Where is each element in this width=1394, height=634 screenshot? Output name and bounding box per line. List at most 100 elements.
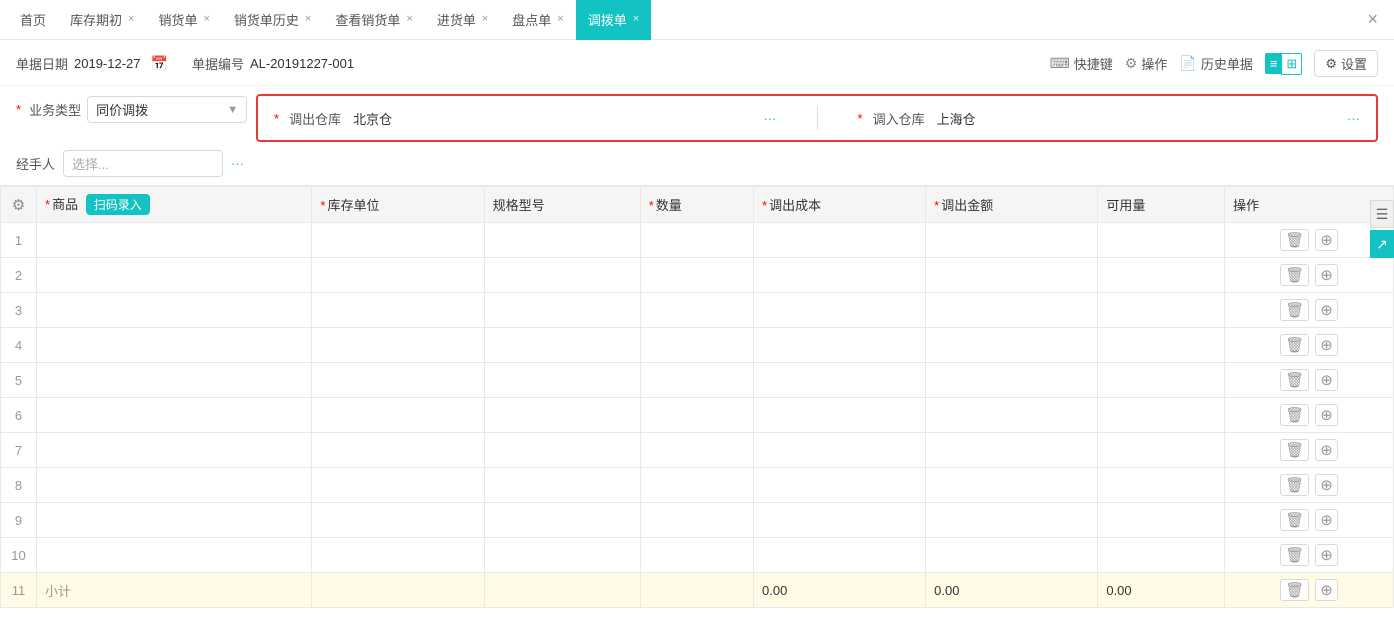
scan-entry-button[interactable]: 扫码录入 (86, 194, 150, 215)
person-more-button[interactable]: ··· (231, 156, 244, 171)
history-doc-button[interactable]: 📄 历史单据 (1179, 54, 1252, 73)
tab-sales-order[interactable]: 销货单 × (146, 0, 221, 40)
row-cost-1[interactable] (754, 223, 926, 258)
transfer-in-more-button[interactable]: ··· (1347, 111, 1360, 126)
row-spec-6[interactable] (484, 398, 640, 433)
add-row-icon[interactable]: ⊕ (1315, 334, 1338, 356)
tab-view-sales[interactable]: 查看销货单 × (323, 0, 424, 40)
business-type-input[interactable]: 同价调拨 ▼ (87, 96, 247, 123)
row-available-6[interactable] (1098, 398, 1225, 433)
row-amount-6[interactable] (926, 398, 1098, 433)
row-cost-7[interactable] (754, 433, 926, 468)
row-amount-4[interactable] (926, 328, 1098, 363)
row-unit-8[interactable] (312, 468, 484, 503)
row-cost-8[interactable] (754, 468, 926, 503)
row-amount-3[interactable] (926, 293, 1098, 328)
tab-inventory-init-close[interactable]: × (128, 14, 134, 25)
row-product-6[interactable] (37, 398, 312, 433)
settings-button[interactable]: ⚙ 设置 (1314, 50, 1378, 77)
row-amount-8[interactable] (926, 468, 1098, 503)
add-row-icon[interactable]: ⊕ (1315, 439, 1338, 461)
row-spec-5[interactable] (484, 363, 640, 398)
row-product-5[interactable] (37, 363, 312, 398)
add-row-icon[interactable]: ⊕ (1315, 474, 1338, 496)
row-available-7[interactable] (1098, 433, 1225, 468)
tab-sales-order-close[interactable]: × (203, 14, 209, 25)
row-cost-10[interactable] (754, 538, 926, 573)
tab-inventory-check-close[interactable]: × (557, 14, 563, 25)
row-unit-2[interactable] (312, 258, 484, 293)
tab-transfer-order[interactable]: 调拨单 × (576, 0, 651, 40)
add-row-icon[interactable]: ⊕ (1315, 544, 1338, 566)
delete-row-icon[interactable]: 🗑 (1280, 404, 1309, 426)
row-available-10[interactable] (1098, 538, 1225, 573)
add-row-icon[interactable]: ⊕ (1315, 509, 1338, 531)
transfer-in-value[interactable]: 上海仓 (937, 109, 976, 128)
sidebar-export-button[interactable]: ↗ (1370, 230, 1394, 258)
row-spec-3[interactable] (484, 293, 640, 328)
row-quantity-5[interactable] (640, 363, 753, 398)
delete-row-icon[interactable]: 🗑 (1280, 334, 1309, 356)
table-container[interactable]: ⚙ *商品 扫码录入 *库存单位 规格型号 *数量 *调出成本 (0, 185, 1394, 634)
delete-row-icon[interactable]: 🗑 (1280, 544, 1309, 566)
row-quantity-1[interactable] (640, 223, 753, 258)
row-amount-1[interactable] (926, 223, 1098, 258)
row-quantity-4[interactable] (640, 328, 753, 363)
row-amount-7[interactable] (926, 433, 1098, 468)
delete-row-icon[interactable]: 🗑 (1280, 474, 1309, 496)
row-available-1[interactable] (1098, 223, 1225, 258)
row-available-2[interactable] (1098, 258, 1225, 293)
row-product-4[interactable] (37, 328, 312, 363)
add-row-icon[interactable]: ⊕ (1315, 369, 1338, 391)
row-spec-7[interactable] (484, 433, 640, 468)
row-unit-5[interactable] (312, 363, 484, 398)
tab-sales-history[interactable]: 销货单历史 × (222, 0, 323, 40)
row-spec-2[interactable] (484, 258, 640, 293)
row-spec-1[interactable] (484, 223, 640, 258)
delete-row-icon[interactable]: 🗑 (1280, 439, 1309, 461)
grid-view-button[interactable]: ⊞ (1281, 53, 1302, 75)
transfer-out-more-button[interactable]: ··· (764, 111, 777, 126)
copy-icon[interactable]: ⊕ (1315, 579, 1338, 601)
row-product-8[interactable] (37, 468, 312, 503)
row-quantity-2[interactable] (640, 258, 753, 293)
row-product-7[interactable] (37, 433, 312, 468)
row-product-1[interactable] (37, 223, 312, 258)
tab-view-sales-close[interactable]: × (406, 14, 412, 25)
row-quantity-3[interactable] (640, 293, 753, 328)
add-row-icon[interactable]: ⊕ (1315, 404, 1338, 426)
row-spec-9[interactable] (484, 503, 640, 538)
add-row-icon[interactable]: ⊕ (1315, 229, 1338, 251)
list-view-button[interactable]: ≡ (1265, 53, 1283, 74)
row-amount-10[interactable] (926, 538, 1098, 573)
tab-purchase-order-close[interactable]: × (482, 14, 488, 25)
row-unit-4[interactable] (312, 328, 484, 363)
row-available-9[interactable] (1098, 503, 1225, 538)
table-settings-icon[interactable]: ⚙ (12, 197, 25, 214)
row-quantity-6[interactable] (640, 398, 753, 433)
row-spec-10[interactable] (484, 538, 640, 573)
close-window-button[interactable]: × (1359, 9, 1386, 30)
tab-sales-history-close[interactable]: × (305, 14, 311, 25)
row-product-3[interactable] (37, 293, 312, 328)
row-amount-9[interactable] (926, 503, 1098, 538)
delete-row-icon[interactable]: 🗑 (1280, 264, 1309, 286)
row-unit-9[interactable] (312, 503, 484, 538)
row-unit-10[interactable] (312, 538, 484, 573)
calendar-icon[interactable]: 📅 (151, 55, 168, 72)
row-product-2[interactable] (37, 258, 312, 293)
sidebar-list-button[interactable]: ☰ (1370, 200, 1394, 228)
tab-home[interactable]: 首页 (8, 0, 58, 40)
row-unit-3[interactable] (312, 293, 484, 328)
row-amount-2[interactable] (926, 258, 1098, 293)
shortcut-key-button[interactable]: ⌨ 快捷键 (1050, 54, 1113, 73)
row-spec-8[interactable] (484, 468, 640, 503)
row-cost-4[interactable] (754, 328, 926, 363)
row-product-9[interactable] (37, 503, 312, 538)
row-quantity-9[interactable] (640, 503, 753, 538)
row-cost-5[interactable] (754, 363, 926, 398)
row-quantity-10[interactable] (640, 538, 753, 573)
add-row-icon[interactable]: ⊕ (1315, 264, 1338, 286)
row-spec-4[interactable] (484, 328, 640, 363)
row-available-8[interactable] (1098, 468, 1225, 503)
